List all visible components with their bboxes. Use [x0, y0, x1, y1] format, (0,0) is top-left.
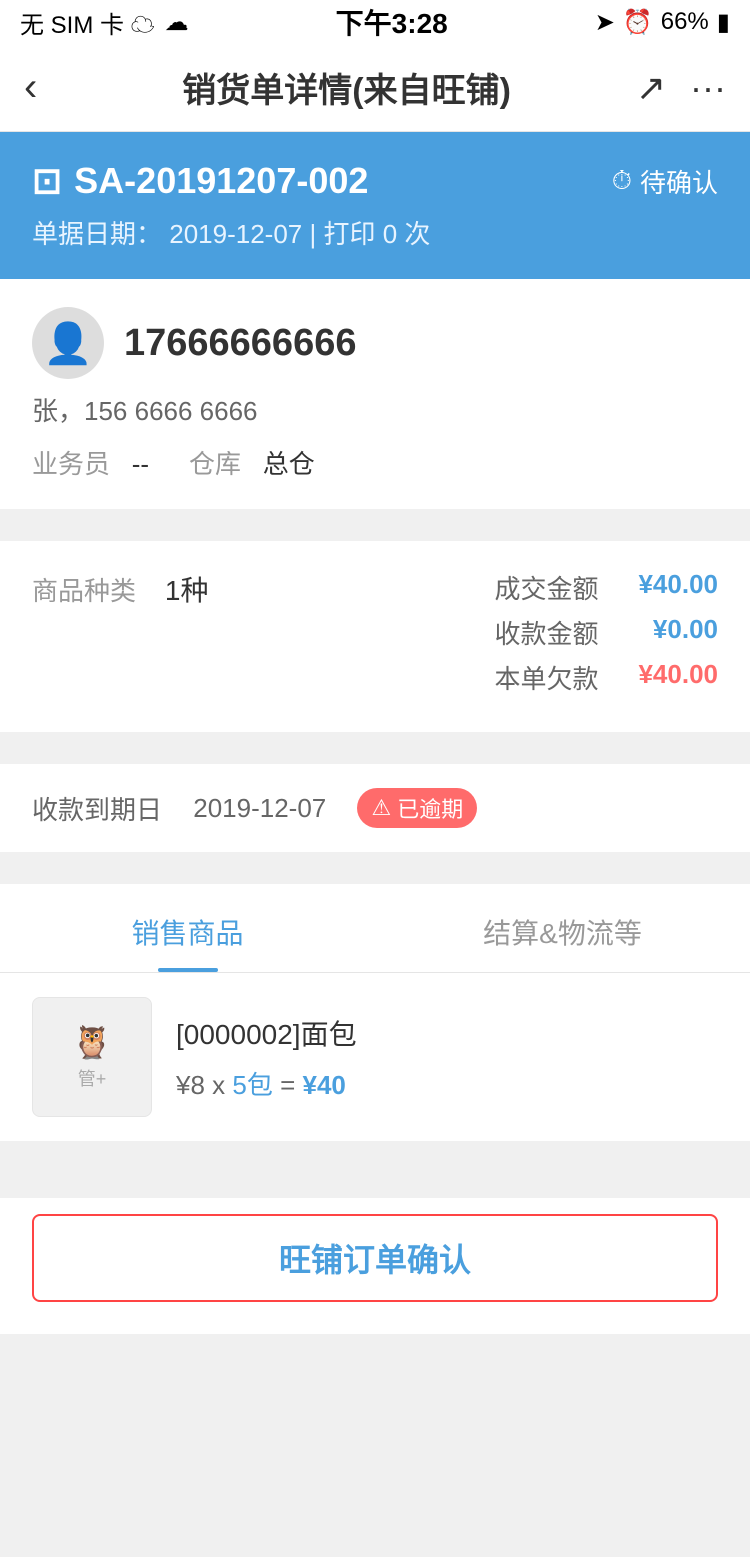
- order-number: ⊡ SA-20191207-002: [32, 160, 368, 202]
- warehouse-label: 仓库: [189, 449, 241, 479]
- customer-meta: 业务员 -- 仓库 总仓: [32, 444, 718, 481]
- page-title: 销货单详情(来自旺铺): [57, 63, 636, 112]
- bottom-bar: 旺铺订单确认: [0, 1198, 750, 1334]
- confirm-button[interactable]: 旺铺订单确认: [32, 1214, 718, 1302]
- sales-rep-value: --: [132, 449, 149, 479]
- share-icon[interactable]: ↗: [636, 67, 666, 109]
- category-value: 1种: [165, 575, 209, 606]
- divider-2: [0, 748, 750, 764]
- bottom-spacer: [0, 1421, 750, 1557]
- equals-sign: =: [280, 1070, 302, 1100]
- order-icon: ⊡: [32, 160, 62, 202]
- product-logo: 🦉 管+: [72, 1023, 112, 1091]
- product-name: [0000002]面包: [176, 1013, 718, 1053]
- nav-bar: ‹ 销货单详情(来自旺铺) ↗ ···: [0, 44, 750, 132]
- battery-percent: 66%: [661, 8, 709, 36]
- due-date-label: 收款到期日: [32, 790, 162, 827]
- order-header: ⊡ SA-20191207-002 ⏱ 待确认 单据日期： 2019-12-07…: [0, 132, 750, 279]
- nav-actions: ↗ ···: [636, 67, 726, 109]
- category-label: 商品种类: [32, 576, 136, 606]
- divider-3: [0, 868, 750, 884]
- overdue-badge: ⚠ 已逾期: [357, 788, 477, 828]
- more-icon[interactable]: ···: [690, 67, 726, 109]
- status-left: 无 SIM 卡 ☁ ☁: [20, 5, 189, 40]
- transaction-label: 成交金额: [494, 569, 598, 606]
- multiply-icon: x: [212, 1070, 225, 1100]
- wifi-icon: ☁: [165, 8, 189, 37]
- due-date-value: 2019-12-07: [193, 793, 326, 824]
- avatar: 👤: [32, 307, 104, 379]
- product-price-row: ¥8 x 5包 = ¥40: [176, 1065, 718, 1102]
- sim-label: 无 SIM 卡 ☁: [20, 5, 155, 40]
- received-value: ¥0.00: [653, 614, 718, 651]
- battery-icon: ▮: [717, 8, 730, 37]
- order-status: ⏱ 待确认: [612, 163, 718, 200]
- summary-section: 商品种类 1种 成交金额 ¥40.00 收款金额 ¥0.00 本单欠款 ¥40.…: [0, 541, 750, 732]
- due-date-section: 收款到期日 2019-12-07 ⚠ 已逾期: [0, 764, 750, 852]
- sales-rep-label: 业务员: [32, 449, 110, 479]
- status-right: ➤ ⏰ 66% ▮: [595, 8, 730, 37]
- status-bar: 无 SIM 卡 ☁ ☁ 下午3:28 ➤ ⏰ 66% ▮: [0, 0, 750, 44]
- product-image: 🦉 管+: [32, 997, 152, 1117]
- avatar-icon: 👤: [43, 320, 93, 367]
- divider-1: [0, 525, 750, 541]
- due-label: 本单欠款: [494, 659, 598, 696]
- product-item: 🦉 管+ [0000002]面包 ¥8 x 5包 = ¥40: [0, 973, 750, 1141]
- qty-value: 5包: [232, 1070, 272, 1100]
- clock-icon: ⏱: [612, 165, 632, 197]
- transaction-value: ¥40.00: [638, 569, 718, 606]
- order-date: 单据日期： 2019-12-07 | 打印 0 次: [32, 214, 718, 251]
- customer-section: 👤 17666666666 张，156 6666 6666 业务员 -- 仓库 …: [0, 279, 750, 509]
- location-icon: ➤: [595, 8, 615, 37]
- warning-icon: ⚠: [371, 795, 391, 821]
- tabs-section: 销售商品 结算&物流等: [0, 884, 750, 973]
- status-time: 下午3:28: [336, 2, 448, 42]
- back-button[interactable]: ‹: [24, 65, 57, 110]
- tab-sales-products[interactable]: 销售商品: [0, 884, 375, 972]
- total-value: ¥40: [303, 1070, 346, 1100]
- tab-settlement-logistics[interactable]: 结算&物流等: [375, 884, 750, 972]
- alarm-icon: ⏰: [623, 8, 653, 37]
- customer-phone: 17666666666: [124, 322, 356, 365]
- summary-amounts: 成交金额 ¥40.00 收款金额 ¥0.00 本单欠款 ¥40.00: [494, 569, 718, 704]
- product-info: [0000002]面包 ¥8 x 5包 = ¥40: [176, 1013, 718, 1102]
- price-base: ¥8: [176, 1070, 205, 1100]
- received-label: 收款金额: [494, 614, 598, 651]
- due-value: ¥40.00: [638, 659, 718, 696]
- customer-name: 张，156 6666 6666: [32, 391, 718, 428]
- warehouse-value: 总仓: [263, 449, 315, 479]
